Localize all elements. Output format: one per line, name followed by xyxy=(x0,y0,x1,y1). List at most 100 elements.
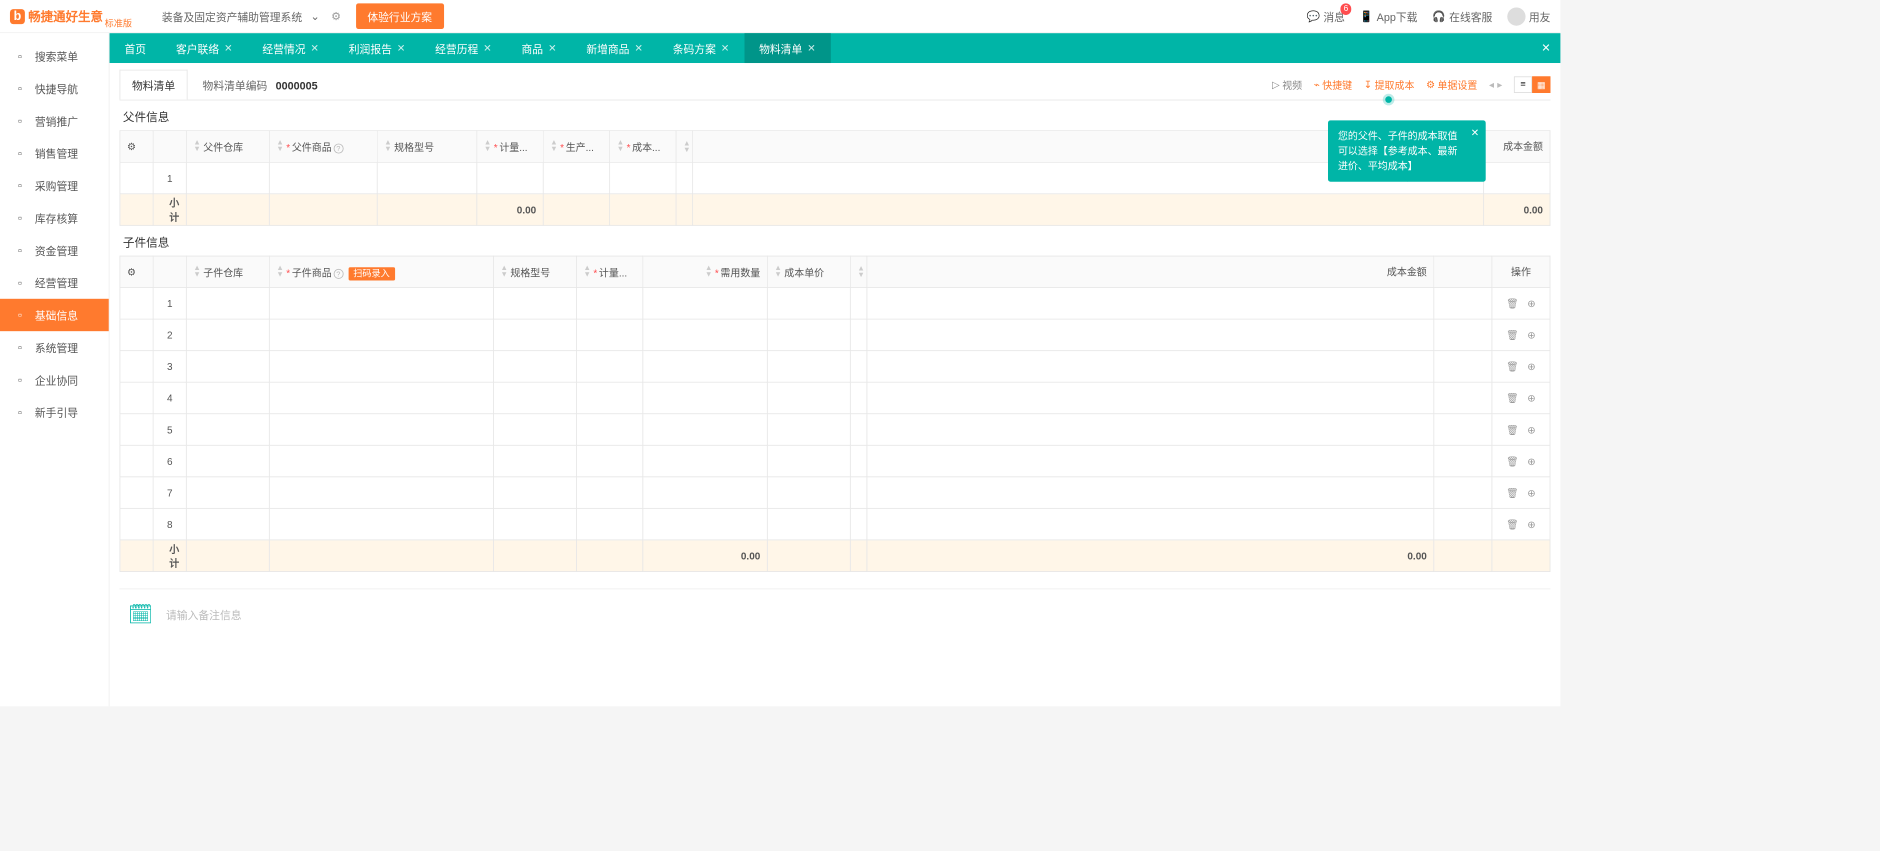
sidebar-item-house[interactable]: ▫库存核算 xyxy=(0,202,109,234)
user-menu[interactable]: 用友 xyxy=(1507,7,1550,25)
scan-button[interactable]: 扫码录入 xyxy=(348,267,394,280)
tab-首页[interactable]: 首页 xyxy=(110,33,161,63)
messages-button[interactable]: 💬 消息 6 xyxy=(1307,8,1345,24)
tab-close-icon[interactable]: ✕ xyxy=(397,42,405,54)
tab-经营历程[interactable]: 经营历程✕ xyxy=(420,33,506,63)
brand-name: 畅捷通好生意 xyxy=(28,7,103,24)
settings-icon[interactable]: ⚙ xyxy=(331,10,341,23)
row-delete-icon[interactable]: 🗑 xyxy=(1506,329,1519,341)
tab-close-icon[interactable]: ✕ xyxy=(634,42,642,54)
tip-close-button[interactable]: ✕ xyxy=(1471,125,1479,140)
support-button[interactable]: 🎧 在线客服 xyxy=(1432,8,1492,24)
sidebar: ▫搜索菜单▫快捷导航▫营销推广▫销售管理▫采购管理▫库存核算▫资金管理▫经营管理… xyxy=(0,33,110,706)
download-icon: ↧ xyxy=(1364,79,1372,91)
row-delete-icon[interactable]: 🗑 xyxy=(1506,298,1519,310)
parent-col-5[interactable]: ▲▼*成本... xyxy=(610,131,676,163)
parent-col-0[interactable]: ▲▼父件仓库 xyxy=(186,131,269,163)
tab-物料清单[interactable]: 物料清单✕ xyxy=(744,33,830,63)
app-download-button[interactable]: 📱 App下载 xyxy=(1360,8,1418,24)
row-delete-icon[interactable]: 🗑 xyxy=(1506,392,1519,404)
bolt-icon: ⌁ xyxy=(1314,79,1320,91)
parent-col-3[interactable]: ▲▼*计量... xyxy=(477,131,543,163)
parent-col-4[interactable]: ▲▼*生产... xyxy=(543,131,609,163)
tab-经营情况[interactable]: 经营情况✕ xyxy=(247,33,333,63)
phone-icon: 📱 xyxy=(1360,10,1373,23)
play-icon: ▷ xyxy=(1272,79,1280,91)
system-dropdown[interactable]: 装备及固定资产辅助管理系统 ⌄ xyxy=(162,8,320,24)
logo-icon: b xyxy=(10,9,25,24)
sidebar-item-chart[interactable]: ▫经营管理 xyxy=(0,266,109,298)
tab-新增商品[interactable]: 新增商品✕ xyxy=(571,33,657,63)
tool-hotkey[interactable]: ⌁快捷键 xyxy=(1314,78,1352,92)
industry-cta-button[interactable]: 体验行业方案 xyxy=(356,3,444,29)
sidebar-item-box[interactable]: ▫销售管理 xyxy=(0,137,109,169)
calendar-icon[interactable]: 🗓 xyxy=(128,603,151,626)
tool-video[interactable]: ▷视频 xyxy=(1272,78,1302,92)
parent-col-2[interactable]: ▲▼规格型号 xyxy=(377,131,477,163)
child-row-idx: 6 xyxy=(153,445,186,477)
row-delete-icon[interactable]: 🗑 xyxy=(1506,424,1519,436)
tab-条码方案[interactable]: 条码方案✕ xyxy=(658,33,744,63)
child-row-idx: 4 xyxy=(153,382,186,414)
chat-icon: 💬 xyxy=(1307,10,1320,23)
row-add-icon[interactable]: ⊕ xyxy=(1527,329,1535,341)
sidebar-item-cart[interactable]: ▫采购管理 xyxy=(0,169,109,201)
sidebar-item-book[interactable]: ▫新手引导 xyxy=(0,396,109,428)
building-icon: ▫ xyxy=(13,373,26,386)
row-delete-icon[interactable]: 🗑 xyxy=(1506,518,1519,530)
tab-close-icon[interactable]: ✕ xyxy=(224,42,232,54)
tab-客户联络[interactable]: 客户联络✕ xyxy=(161,33,247,63)
tab-close-icon[interactable]: ✕ xyxy=(311,42,319,54)
row-add-icon[interactable]: ⊕ xyxy=(1527,487,1535,499)
message-badge: 6 xyxy=(1340,3,1351,15)
compass-icon: ▫ xyxy=(13,82,26,95)
row-add-icon[interactable]: ⊕ xyxy=(1527,392,1535,404)
child-col-5[interactable]: ▲▼成本单价 xyxy=(767,256,850,288)
child-gear[interactable]: ⚙ xyxy=(120,256,153,288)
sidebar-item-compass[interactable]: ▫快捷导航 xyxy=(0,72,109,104)
row-add-icon[interactable]: ⊕ xyxy=(1527,298,1535,310)
cost-tip-popup: 您的父件、子件的成本取值可以选择【参考成本、最新进价、平均成本】 ✕ xyxy=(1328,120,1486,181)
parent-col-1[interactable]: ▲▼*父件商品? xyxy=(269,131,377,163)
cog-icon: ▫ xyxy=(13,341,26,354)
child-col-2[interactable]: ▲▼规格型号 xyxy=(493,256,576,288)
headset-icon: 🎧 xyxy=(1432,10,1445,23)
tab-利润报告[interactable]: 利润报告✕ xyxy=(334,33,420,63)
sidebar-item-cog[interactable]: ▫系统管理 xyxy=(0,331,109,363)
row-delete-icon[interactable]: 🗑 xyxy=(1506,487,1519,499)
close-all-tabs-button[interactable]: ✕ xyxy=(1531,42,1560,55)
sidebar-item-search[interactable]: ▫搜索菜单 xyxy=(0,40,109,72)
tab-商品[interactable]: 商品✕ xyxy=(507,33,572,63)
child-col-1[interactable]: ▲▼*子件商品?扫码录入 xyxy=(269,256,493,288)
prev-arrow-icon[interactable]: ◂ xyxy=(1489,79,1494,91)
parent-gear[interactable]: ⚙ xyxy=(120,131,153,163)
child-table: ⚙ ▲▼子件仓库▲▼*子件商品?扫码录入▲▼规格型号▲▼*计量...▲▼*需用数量… xyxy=(120,256,1551,572)
child-col-4[interactable]: ▲▼*需用数量 xyxy=(643,256,768,288)
sidebar-item-gift[interactable]: ▫营销推广 xyxy=(0,105,109,137)
next-arrow-icon[interactable]: ▸ xyxy=(1497,79,1502,91)
child-col-3[interactable]: ▲▼*计量... xyxy=(576,256,642,288)
row-add-icon[interactable]: ⊕ xyxy=(1527,518,1535,530)
row-add-icon[interactable]: ⊕ xyxy=(1527,455,1535,467)
child-col-0[interactable]: ▲▼子件仓库 xyxy=(186,256,269,288)
row-add-icon[interactable]: ⊕ xyxy=(1527,361,1535,373)
chevron-down-icon: ⌄ xyxy=(310,10,319,23)
row-add-icon[interactable]: ⊕ xyxy=(1527,424,1535,436)
child-row-idx: 3 xyxy=(153,351,186,383)
tool-extract-cost[interactable]: ↧提取成本 xyxy=(1364,78,1415,92)
tab-close-icon[interactable]: ✕ xyxy=(807,42,815,54)
tab-close-icon[interactable]: ✕ xyxy=(483,42,491,54)
tool-form-settings[interactable]: ⚙单据设置 xyxy=(1426,78,1477,92)
child-col-amount: 成本金额 xyxy=(867,256,1434,288)
tab-close-icon[interactable]: ✕ xyxy=(548,42,556,54)
row-delete-icon[interactable]: 🗑 xyxy=(1506,361,1519,373)
notes-input[interactable]: 请输入备注信息 xyxy=(166,606,242,622)
view-list-button[interactable]: ≡ xyxy=(1514,76,1532,93)
tab-close-icon[interactable]: ✕ xyxy=(721,42,729,54)
page-tab[interactable]: 物料清单 xyxy=(120,70,188,100)
view-form-button[interactable]: ▦ xyxy=(1532,76,1550,93)
row-delete-icon[interactable]: 🗑 xyxy=(1506,455,1519,467)
sidebar-item-building[interactable]: ▫企业协同 xyxy=(0,364,109,396)
sidebar-item-grid[interactable]: ▫基础信息 xyxy=(0,299,109,331)
sidebar-item-coin[interactable]: ▫资金管理 xyxy=(0,234,109,266)
